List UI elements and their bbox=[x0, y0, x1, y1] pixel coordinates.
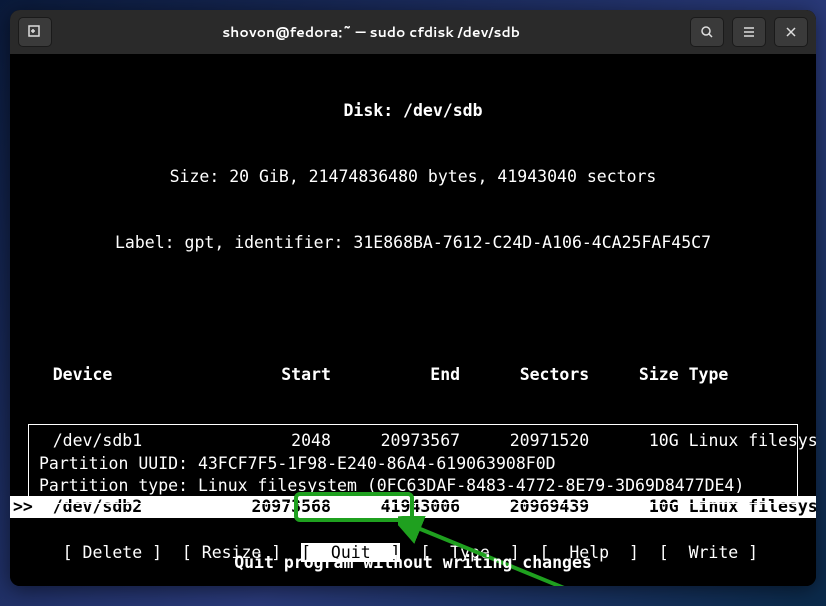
terminal-window: shovon@fedora:~ — sudo cfdisk /dev/sdb D… bbox=[10, 10, 816, 586]
hamburger-icon bbox=[741, 24, 757, 40]
menu-button[interactable] bbox=[732, 17, 766, 47]
partition-table-header: Device Start End Sectors Size Type bbox=[10, 364, 816, 386]
partition-type: Partition type: Linux filesystem (0FC63D… bbox=[39, 476, 744, 495]
disk-label: Disk: /dev/sdb bbox=[10, 100, 816, 122]
terminal-content[interactable]: Disk: /dev/sdb Size: 20 GiB, 21474836480… bbox=[10, 54, 816, 586]
disk-gpt: Label: gpt, identifier: 31E868BA-7612-C2… bbox=[10, 232, 816, 254]
status-message: Quit program without writing changes bbox=[10, 552, 816, 574]
new-tab-icon bbox=[27, 24, 43, 40]
new-tab-button[interactable] bbox=[18, 17, 52, 47]
window-titlebar: shovon@fedora:~ — sudo cfdisk /dev/sdb bbox=[10, 10, 816, 54]
disk-size: Size: 20 GiB, 21474836480 bytes, 4194304… bbox=[10, 166, 816, 188]
partition-info-box: Partition UUID: 43FCF7F5-1F98-E240-86A4-… bbox=[28, 424, 798, 504]
search-icon bbox=[699, 24, 715, 40]
close-icon bbox=[783, 24, 799, 40]
partition-uuid: Partition UUID: 43FCF7F5-1F98-E240-86A4-… bbox=[39, 454, 556, 473]
window-title: shovon@fedora:~ — sudo cfdisk /dev/sdb bbox=[60, 22, 682, 42]
close-button[interactable] bbox=[774, 17, 808, 47]
search-button[interactable] bbox=[690, 17, 724, 47]
